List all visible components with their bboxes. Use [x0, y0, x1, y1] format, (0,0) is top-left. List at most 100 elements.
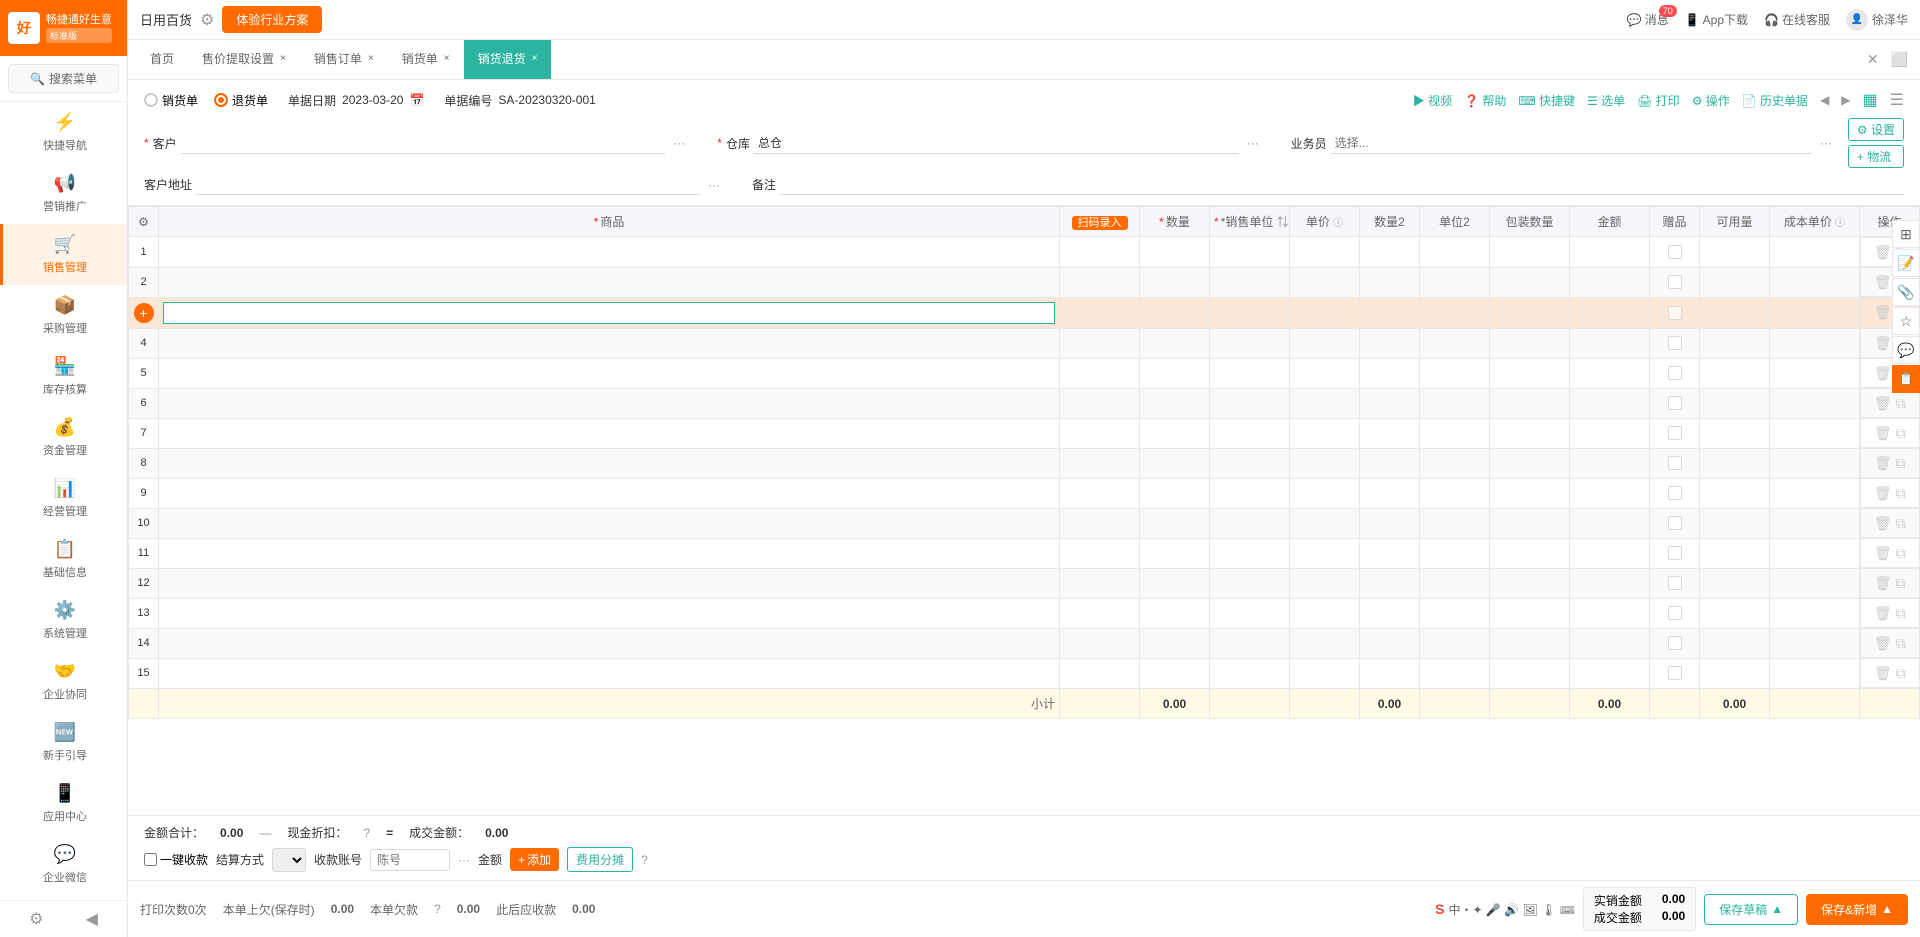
float-expand-btn[interactable]: ⊞ [1892, 220, 1920, 248]
staff-input[interactable] [1331, 133, 1812, 154]
return-radio-btn[interactable] [214, 93, 228, 107]
app-download-btn[interactable]: 📱 App下载 [1685, 11, 1748, 28]
product-cell-1[interactable] [159, 267, 1060, 297]
logistics-btn[interactable]: + 物流 [1848, 145, 1904, 168]
product-cell-3[interactable] [159, 328, 1060, 358]
delete-icon-10[interactable]: 🗑 [1874, 545, 1892, 562]
save-new-btn[interactable]: 保存&新增 ▲ [1806, 894, 1908, 925]
sidebar-item-finance[interactable]: 💰 资金管理 [0, 407, 127, 468]
address-dots[interactable]: ··· [708, 178, 720, 192]
tab-sales-delivery[interactable]: 销货单× [388, 40, 464, 79]
warehouse-dots[interactable]: ··· [1247, 136, 1259, 150]
delete-icon-11[interactable]: 🗑 [1874, 575, 1892, 592]
tab-close-sales-delivery[interactable]: × [444, 53, 450, 64]
add-expense-btn[interactable]: + 添加 [510, 848, 559, 871]
close-tab-btn[interactable]: ✕ [1863, 47, 1883, 72]
split-help-icon[interactable]: ? [641, 853, 648, 867]
delete-icon-4[interactable]: 🗑 [1874, 365, 1892, 382]
tab-sales-return[interactable]: 销货退货× [464, 40, 552, 79]
gift-checkbox-6[interactable] [1668, 426, 1682, 440]
tab-sales-order[interactable]: 销售订单× [300, 40, 388, 79]
tab-close-sales-order[interactable]: × [368, 53, 374, 64]
maximize-btn[interactable]: ⬜ [1887, 47, 1912, 72]
gift-checkbox-10[interactable] [1668, 546, 1682, 560]
one-click-payment-checkbox[interactable]: 一键收款 [144, 851, 208, 868]
date-value[interactable]: 2023-03-20 [342, 93, 403, 107]
copy-icon-9[interactable]: ⧉ [1896, 515, 1906, 532]
product-cell-12[interactable] [159, 598, 1060, 628]
product-cell-5[interactable] [159, 388, 1060, 418]
copy-icon-14[interactable]: ⧉ [1896, 665, 1906, 682]
gift-checkbox-11[interactable] [1668, 576, 1682, 590]
sidebar-item-marketing[interactable]: 📢 营销推广 [0, 163, 127, 224]
account-input[interactable] [370, 849, 450, 871]
delivery-radio[interactable]: 销货单 [144, 92, 198, 109]
sidebar-item-quick-nav[interactable]: ⚡ 快捷导航 [0, 102, 127, 163]
calendar-icon[interactable]: 📅 [409, 93, 424, 107]
product-cell-13[interactable] [159, 628, 1060, 658]
copy-icon-5[interactable]: ⧉ [1896, 395, 1906, 412]
calc-method-select[interactable] [272, 848, 306, 872]
save-draft-btn[interactable]: 保存草稿 ▲ [1704, 894, 1798, 925]
product-cell-9[interactable] [159, 508, 1060, 538]
nav-prev-icon[interactable]: ◀ [1820, 93, 1829, 107]
gift-checkbox-9[interactable] [1668, 516, 1682, 530]
gift-checkbox-4[interactable] [1668, 366, 1682, 380]
help-btn[interactable]: ❓ 帮助 [1464, 92, 1506, 109]
view-list-icon[interactable]: ☰ [1890, 90, 1904, 110]
trial-btn[interactable]: 体验行业方案 [222, 6, 322, 33]
float-orange-btn[interactable]: 📋 [1892, 365, 1920, 393]
product-cell-14[interactable] [159, 658, 1060, 689]
tab-close-sales-return[interactable]: × [532, 53, 538, 64]
debt-help-icon[interactable]: ? [434, 902, 441, 916]
sidebar-item-purchase[interactable]: 📦 采购管理 [0, 285, 127, 346]
select-btn[interactable]: ☰ 选单 [1587, 92, 1625, 109]
th-scan[interactable]: 扫码录入 [1060, 207, 1140, 237]
gift-checkbox-5[interactable] [1668, 396, 1682, 410]
sidebar-item-base-info[interactable]: 📋 基础信息 [0, 529, 127, 590]
gift-checkbox-14[interactable] [1668, 666, 1682, 680]
product-cell-8[interactable] [159, 478, 1060, 508]
gift-checkbox-7[interactable] [1668, 456, 1682, 470]
print-btn[interactable]: 🖨 打印 [1637, 92, 1680, 109]
split-btn[interactable]: 费用分摊 [567, 847, 633, 872]
delete-icon-13[interactable]: 🗑 [1874, 635, 1892, 652]
sidebar-item-system[interactable]: ⚙️ 系统管理 [0, 590, 127, 651]
sidebar-logo[interactable]: 好 畅捷通好生意 标准版 [0, 0, 127, 56]
price-info-icon[interactable]: ⓘ [1333, 218, 1343, 229]
product-input-2[interactable] [163, 302, 1055, 324]
product-cell-7[interactable] [159, 448, 1060, 478]
nav-next-icon[interactable]: ▶ [1841, 93, 1850, 107]
delete-icon-8[interactable]: 🗑 [1874, 485, 1892, 502]
delete-icon-6[interactable]: 🗑 [1874, 425, 1892, 442]
ops-btn[interactable]: ⚙ 操作 [1692, 92, 1730, 109]
customer-dots[interactable]: ··· [673, 136, 685, 150]
tab-home[interactable]: 首页 [136, 40, 188, 79]
float-chat-btn[interactable]: 💬 [1892, 336, 1920, 364]
delete-icon-14[interactable]: 🗑 [1874, 665, 1892, 682]
th-settings[interactable]: ⚙ [129, 207, 159, 237]
settings-btn[interactable]: ⚙ 设置 [1848, 118, 1904, 141]
gift-checkbox-2[interactable] [1668, 306, 1682, 320]
delete-icon-1[interactable]: 🗑 [1874, 274, 1892, 291]
delete-icon-3[interactable]: 🗑 [1874, 335, 1892, 352]
delete-icon-9[interactable]: 🗑 [1874, 515, 1892, 532]
delete-icon-7[interactable]: 🗑 [1874, 455, 1892, 472]
sidebar-item-operations[interactable]: 📊 经营管理 [0, 468, 127, 529]
history-btn[interactable]: 📄 历史单据 [1742, 92, 1808, 109]
product-cell-10[interactable] [159, 538, 1060, 568]
copy-icon-11[interactable]: ⧉ [1896, 575, 1906, 592]
customer-input[interactable] [181, 133, 666, 154]
copy-icon-6[interactable]: ⧉ [1896, 425, 1906, 442]
search-menu-button[interactable]: 🔍 搜索菜单 [8, 64, 119, 93]
payment-checkbox-input[interactable] [144, 853, 157, 866]
float-note-btn[interactable]: 📝 [1892, 249, 1920, 277]
copy-icon-13[interactable]: ⧉ [1896, 635, 1906, 652]
copy-icon-7[interactable]: ⧉ [1896, 455, 1906, 472]
float-attach-btn[interactable]: 📎 [1892, 278, 1920, 306]
collapse-icon[interactable]: ◀ [86, 909, 98, 929]
return-radio[interactable]: 退货单 [214, 92, 268, 109]
gift-checkbox-12[interactable] [1668, 606, 1682, 620]
product-cell-11[interactable] [159, 568, 1060, 598]
gift-checkbox-0[interactable] [1668, 245, 1682, 259]
